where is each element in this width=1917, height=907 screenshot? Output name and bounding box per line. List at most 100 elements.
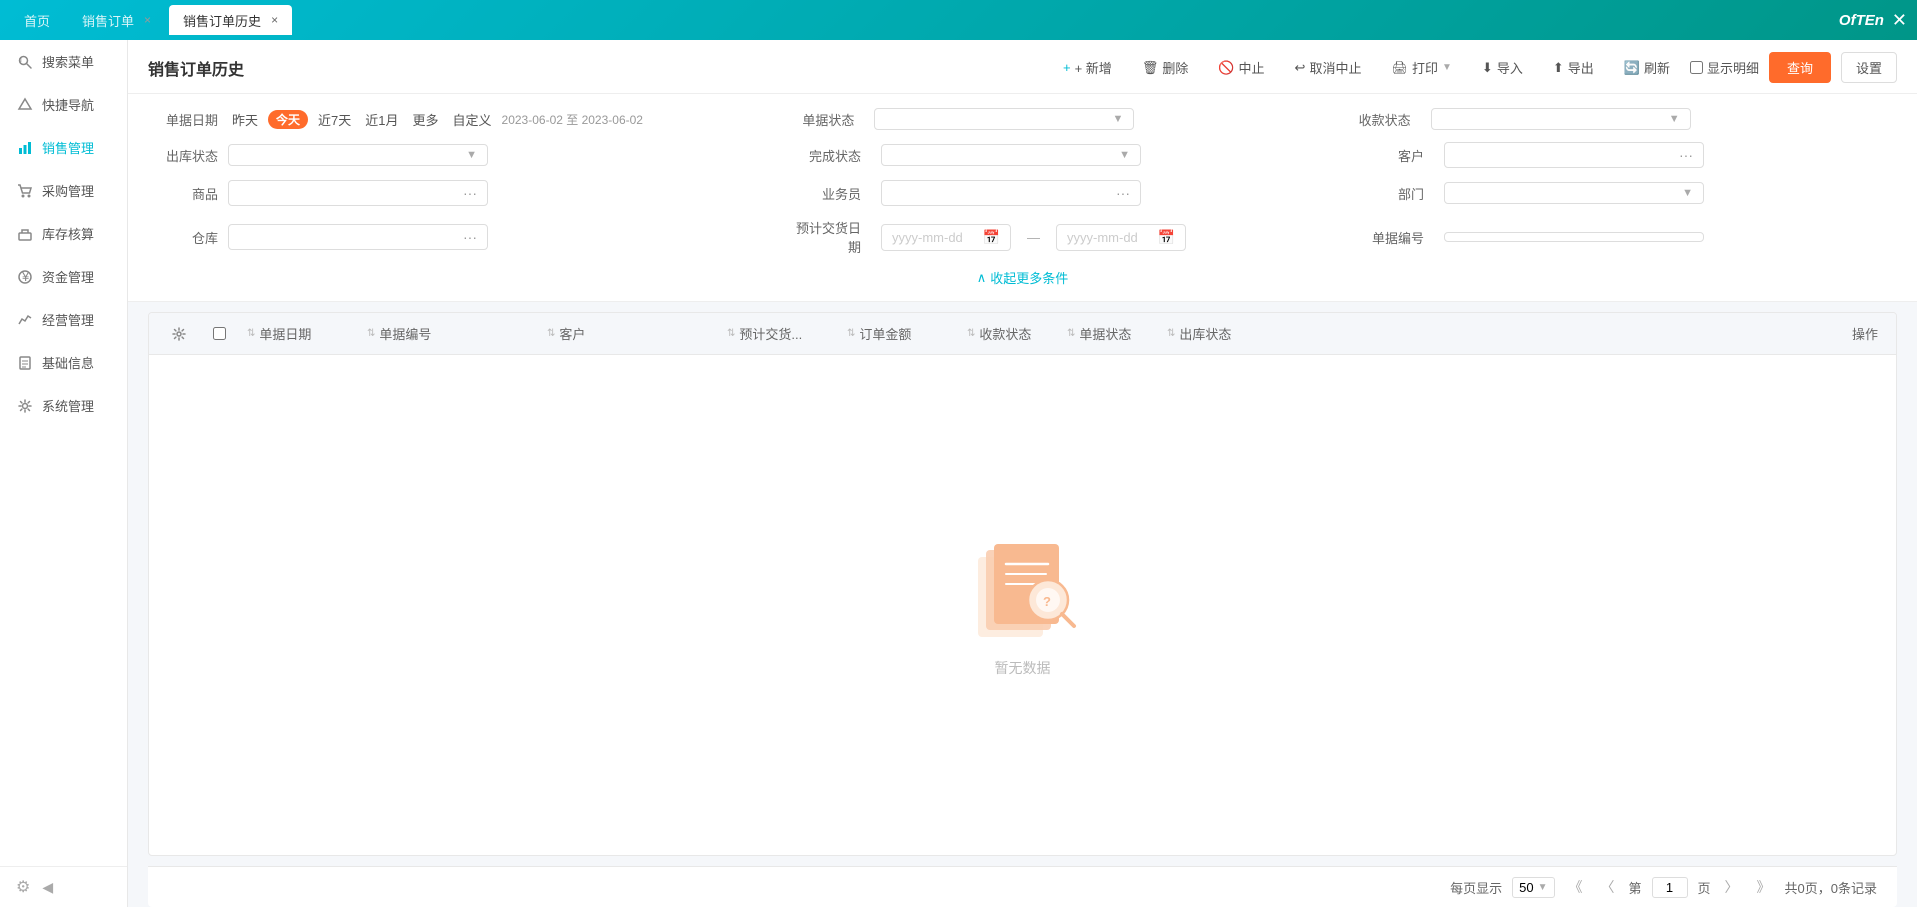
first-page-button[interactable]: 《 bbox=[1565, 875, 1587, 899]
main-layout: 搜索菜单 快捷导航 销售管理 采购管理 库存核算 bbox=[0, 40, 1917, 907]
setting-button[interactable]: 设置 bbox=[1841, 52, 1897, 83]
collapse-up-icon: ∧ bbox=[977, 270, 987, 286]
order-status-select[interactable]: ▼ bbox=[874, 108, 1134, 130]
export-button[interactable]: ⬆ 导出 bbox=[1543, 54, 1604, 81]
th-checkbox[interactable] bbox=[199, 327, 239, 340]
delivery-date-start-calendar-icon[interactable]: 📅 bbox=[983, 229, 1000, 246]
th-customer-label: 客户 bbox=[559, 324, 585, 343]
sidebar-item-search-menu[interactable]: 搜索菜单 bbox=[0, 40, 127, 83]
per-page-select[interactable]: 50 ▼ bbox=[1512, 877, 1554, 898]
warehouse-input[interactable]: ··· bbox=[228, 224, 488, 250]
th-amount[interactable]: ⇅ 订单金额 bbox=[839, 324, 959, 343]
delivery-date-end-input[interactable]: yyyy-mm-dd 📅 bbox=[1056, 224, 1186, 251]
sales-mgmt-icon bbox=[16, 139, 34, 157]
th-status-icon: ⇅ bbox=[1067, 328, 1075, 339]
sidebar-settings-icon[interactable]: ⚙ bbox=[16, 877, 30, 897]
th-out[interactable]: ⇅ 出库状态 bbox=[1159, 324, 1259, 343]
new-button[interactable]: + + 新增 bbox=[1053, 54, 1122, 81]
import-button[interactable]: ⬇ 导入 bbox=[1472, 54, 1533, 81]
delete-button[interactable]: 🗑 删除 bbox=[1132, 54, 1199, 81]
th-customer-icon: ⇅ bbox=[547, 328, 555, 339]
inventory-icon bbox=[16, 225, 34, 243]
th-payment-icon: ⇅ bbox=[967, 328, 975, 339]
show-detail-checkbox-label[interactable]: 显示明细 bbox=[1690, 58, 1759, 77]
delete-icon: 🗑 bbox=[1142, 60, 1159, 76]
date-separator: — bbox=[1027, 230, 1040, 245]
sidebar-item-inventory[interactable]: 库存核算 bbox=[0, 212, 127, 255]
show-detail-checkbox[interactable] bbox=[1690, 61, 1703, 74]
date-option-today-active[interactable]: 今天 bbox=[268, 110, 308, 129]
sidebar-item-finance[interactable]: ¥ 资金管理 bbox=[0, 255, 127, 298]
goods-dots-icon[interactable]: ··· bbox=[463, 185, 477, 201]
sidebar-item-system[interactable]: 系统管理 bbox=[0, 384, 127, 427]
tab-sales-order-history[interactable]: 销售订单历史 × bbox=[169, 5, 292, 35]
th-num-label: 单据编号 bbox=[379, 324, 431, 343]
date-option-7days[interactable]: 近7天 bbox=[314, 109, 355, 130]
sales-dots-icon[interactable]: ··· bbox=[1116, 185, 1130, 201]
delivery-date-start-placeholder: yyyy-mm-dd bbox=[892, 230, 977, 245]
date-option-custom[interactable]: 自定义 bbox=[449, 109, 496, 130]
page-number-input[interactable] bbox=[1652, 877, 1688, 898]
sidebar-collapse-icon[interactable]: ◀ bbox=[42, 879, 53, 896]
payment-status-label: 收款状态 bbox=[1341, 110, 1421, 129]
delivery-date-end-placeholder: yyyy-mm-dd bbox=[1067, 230, 1152, 245]
tab-sales-order-history-close[interactable]: × bbox=[271, 13, 278, 27]
query-button[interactable]: 查询 bbox=[1769, 52, 1831, 83]
th-date[interactable]: ⇅ 单据日期 bbox=[239, 324, 359, 343]
th-settings[interactable] bbox=[159, 326, 199, 342]
sidebar-item-purchase-mgmt[interactable]: 采购管理 bbox=[0, 169, 127, 212]
sidebar-item-basic-info[interactable]: 基础信息 bbox=[0, 341, 127, 384]
tab-home[interactable]: 首页 bbox=[10, 5, 64, 35]
sidebar-item-quick-nav[interactable]: 快捷导航 bbox=[0, 83, 127, 126]
svg-text:¥: ¥ bbox=[21, 269, 30, 284]
out-status-select[interactable]: ▼ bbox=[228, 144, 488, 166]
search-menu-icon bbox=[16, 53, 34, 71]
date-option-yesterday[interactable]: 昨天 bbox=[228, 109, 262, 130]
prev-page-button[interactable]: 〈 bbox=[1597, 875, 1619, 899]
window-close-button[interactable]: ✕ bbox=[1892, 10, 1907, 31]
collapse-row[interactable]: ∧ 收起更多条件 bbox=[148, 268, 1897, 287]
next-page-button[interactable]: 〉 bbox=[1721, 875, 1743, 899]
delivery-date-label: 预计交货日期 bbox=[791, 218, 871, 256]
date-option-1month[interactable]: 近1月 bbox=[361, 109, 402, 130]
order-num-input[interactable] bbox=[1444, 232, 1704, 242]
warehouse-dots-icon[interactable]: ··· bbox=[463, 229, 477, 245]
export-label: 导出 bbox=[1568, 58, 1594, 77]
last-page-button[interactable]: 》 bbox=[1753, 875, 1775, 899]
cancel-stop-button[interactable]: ↩ 取消中止 bbox=[1285, 54, 1372, 81]
select-all-checkbox[interactable] bbox=[213, 327, 226, 340]
sidebar-item-operations[interactable]: 经营管理 bbox=[0, 298, 127, 341]
th-customer[interactable]: ⇅ 客户 bbox=[539, 324, 719, 343]
customer-label: 客户 bbox=[1354, 146, 1434, 165]
new-icon: + bbox=[1063, 60, 1071, 75]
th-num[interactable]: ⇅ 单据编号 bbox=[359, 324, 539, 343]
sidebar-item-search-menu-label: 搜索菜单 bbox=[42, 52, 94, 71]
th-operation: 操作 bbox=[1259, 324, 1886, 343]
sidebar-bottom: ⚙ ◀ bbox=[0, 866, 127, 907]
stop-button[interactable]: 🚫 中止 bbox=[1208, 54, 1274, 81]
delivery-date-end-calendar-icon[interactable]: 📅 bbox=[1158, 229, 1175, 246]
th-payment[interactable]: ⇅ 收款状态 bbox=[959, 324, 1059, 343]
th-delivery[interactable]: ⇅ 预计交货... bbox=[719, 324, 839, 343]
sidebar-item-sales-mgmt[interactable]: 销售管理 bbox=[0, 126, 127, 169]
goods-label: 商品 bbox=[148, 184, 228, 203]
complete-status-select[interactable]: ▼ bbox=[881, 144, 1141, 166]
customer-input[interactable]: ··· bbox=[1444, 142, 1704, 168]
th-out-icon: ⇅ bbox=[1167, 328, 1175, 339]
print-button[interactable]: 🖨 打印 ▼ bbox=[1381, 54, 1461, 81]
date-option-more[interactable]: 更多 bbox=[409, 109, 443, 130]
empty-illustration: ? bbox=[958, 532, 1088, 642]
delivery-date-start-input[interactable]: yyyy-mm-dd 📅 bbox=[881, 224, 1011, 251]
goods-input[interactable]: ··· bbox=[228, 180, 488, 206]
payment-status-select[interactable]: ▼ bbox=[1431, 108, 1691, 130]
tab-sales-order-close[interactable]: × bbox=[144, 13, 151, 27]
refresh-button[interactable]: 🔄 刷新 bbox=[1614, 54, 1680, 81]
brand-label: OfTEn bbox=[1839, 12, 1884, 29]
out-status-arrow-icon: ▼ bbox=[466, 149, 477, 161]
sales-input[interactable]: ··· bbox=[881, 180, 1141, 206]
customer-dots-icon[interactable]: ··· bbox=[1679, 147, 1693, 163]
filter-row-warehouse: 仓库 ··· 预计交货日期 yyyy-mm-dd 📅 — yyyy-mm bbox=[148, 218, 1897, 256]
th-status[interactable]: ⇅ 单据状态 bbox=[1059, 324, 1159, 343]
dept-select[interactable]: ▼ bbox=[1444, 182, 1704, 204]
tab-sales-order[interactable]: 销售订单 × bbox=[68, 5, 165, 35]
